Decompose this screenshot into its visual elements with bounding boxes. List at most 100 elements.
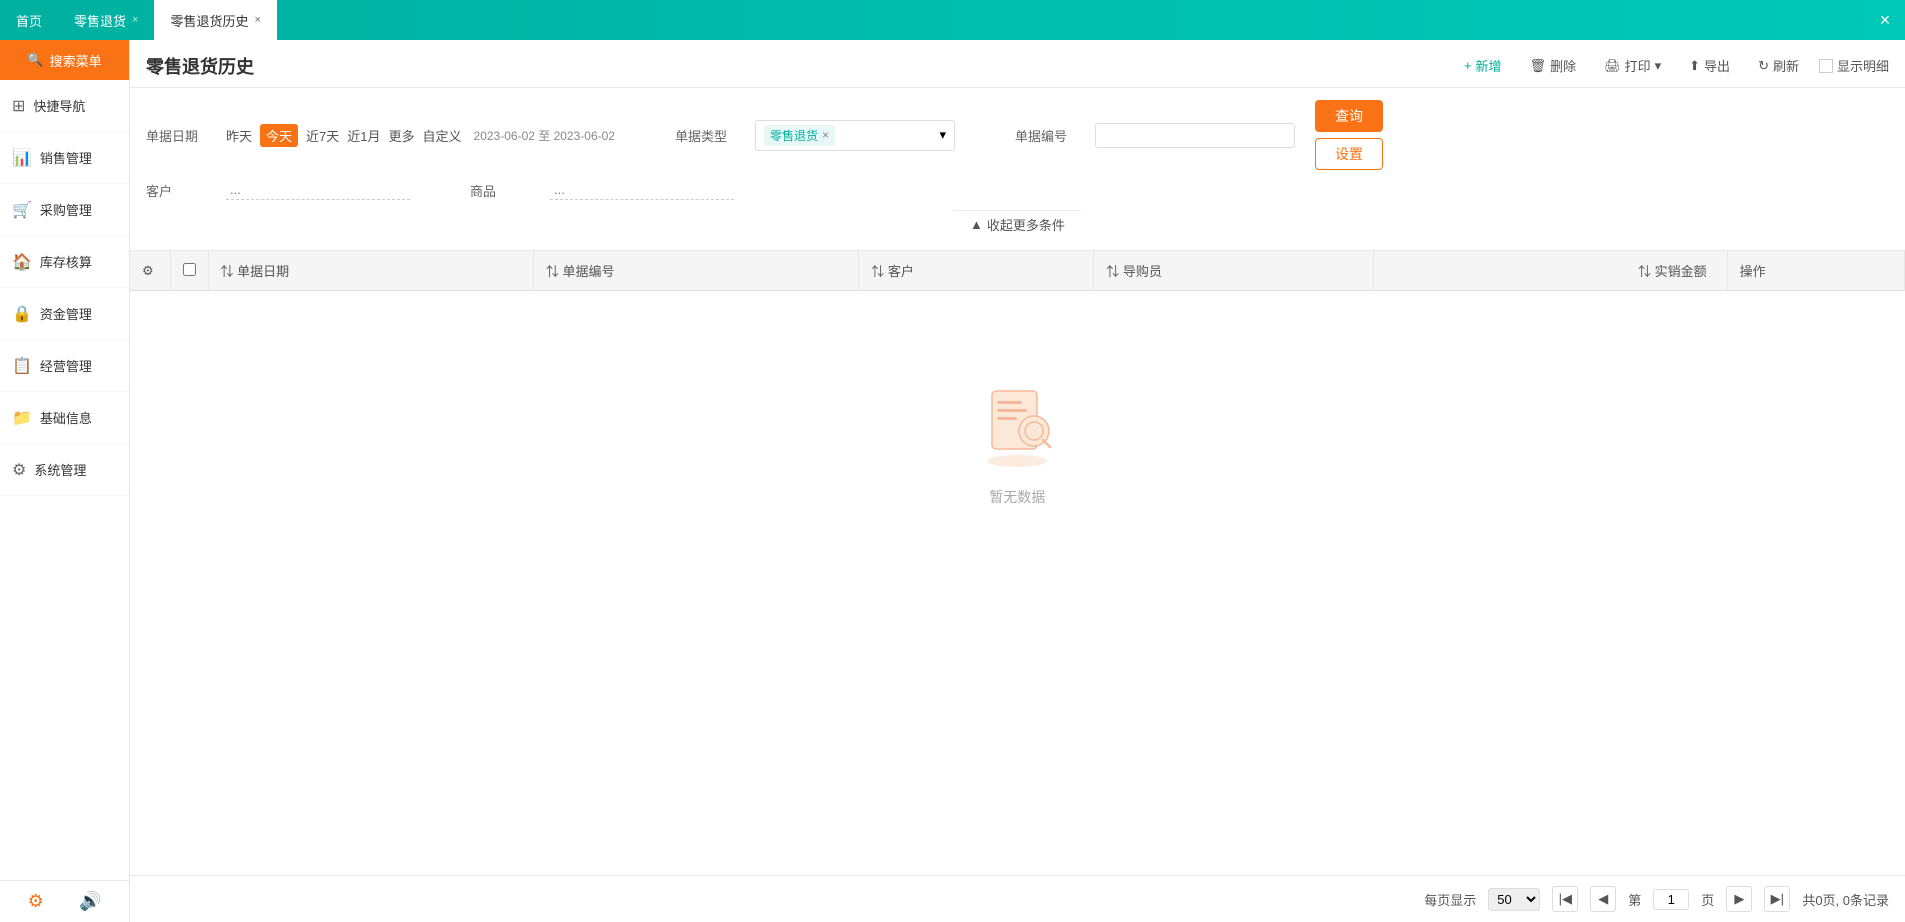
refresh-button[interactable]: ↻ 刷新 (1750, 52, 1807, 79)
delete-icon: 🗑 (1530, 58, 1547, 74)
th-no[interactable]: ⇅ 单据编号 (533, 251, 858, 291)
sidebar-item-quick-nav-label: 快捷导航 (33, 96, 85, 115)
tab-retail-return-history-label: 零售退货历史 (170, 11, 248, 30)
collapse-button[interactable]: ▲ 收起更多条件 (954, 210, 1081, 238)
voucher-no-input[interactable] (1095, 123, 1295, 148)
th-ops-label: 操作 (1740, 264, 1766, 279)
export-button[interactable]: ⬆ 导出 (1681, 52, 1738, 79)
sidebar-search[interactable]: 🔍 搜索菜单 (0, 40, 129, 80)
tab-retail-return-history[interactable]: 零售退货历史 × (154, 0, 276, 40)
shortcut-today[interactable]: 今天 (260, 124, 298, 147)
volume-icon[interactable]: 🔊 (79, 891, 101, 912)
shortcut-custom[interactable]: 自定义 (423, 126, 462, 145)
th-amount[interactable]: ⇅ 实销金额 (1374, 251, 1727, 291)
filter-row-2: 客户 商品 (146, 180, 1889, 200)
tab-retail-return-label: 零售退货 (74, 11, 126, 30)
sidebar-item-capital-label: 资金管理 (40, 304, 92, 323)
tab-home-label: 首页 (16, 11, 42, 30)
page-input[interactable] (1653, 889, 1689, 910)
new-label: 新增 (1476, 56, 1502, 75)
filter-section: 单据日期 昨天 今天 近7天 近1月 更多 自定义 2023-06-02 至 2… (130, 88, 1905, 251)
total-info: 共0页, 0条记录 (1802, 890, 1889, 909)
sidebar-item-base-info[interactable]: 📁 基础信息 (0, 392, 129, 444)
query-button[interactable]: 查询 (1315, 100, 1383, 132)
search-icon: 🔍 (27, 52, 43, 68)
shortcut-more[interactable]: 更多 (389, 126, 415, 145)
sidebar-item-operations[interactable]: 📋 经营管理 (0, 340, 129, 392)
settings-button[interactable]: 设置 (1315, 138, 1383, 170)
page-label: 第 (1628, 890, 1641, 909)
sidebar-item-purchase-mgmt-label: 采购管理 (40, 200, 92, 219)
page-header: 零售退货历史 + 新增 🗑 删除 🖨 打印 ▾ ⬆ 导出 (130, 40, 1905, 88)
tab-list: 首页 零售退货 × 零售退货历史 × (0, 0, 1865, 40)
sidebar-item-system[interactable]: ⚙ 系统管理 (0, 444, 129, 496)
tab-retail-return[interactable]: 零售退货 × (58, 0, 154, 40)
data-table: ⚙ ⇅ 单据日期 ⇅ 单据编号 ⇅ 客户 (130, 251, 1905, 567)
sales-mgmt-icon: 📊 (12, 148, 32, 168)
pagination-bar: 每页显示 50 10 20 100 |◀ ◀ 第 页 ▶ ▶| 共0页, 0条记… (130, 875, 1905, 922)
print-icon: 🖨 (1604, 58, 1621, 74)
sidebar-item-quick-nav[interactable]: ⊞ 快捷导航 (0, 80, 129, 132)
page-title: 零售退货历史 (146, 53, 254, 79)
per-page-label: 每页显示 (1424, 890, 1476, 909)
sidebar-item-purchase-mgmt[interactable]: 🛒 采购管理 (0, 184, 129, 236)
collapse-row: ▲ 收起更多条件 (146, 210, 1889, 238)
purchase-mgmt-icon: 🛒 (12, 200, 32, 220)
th-settings[interactable]: ⚙ (130, 251, 170, 291)
th-ops: 操作 (1727, 251, 1904, 291)
next-page-button[interactable]: ▶ (1726, 886, 1752, 912)
system-icon: ⚙ (12, 460, 26, 480)
voucher-no-label: 单据编号 (1015, 126, 1075, 145)
main-layout: 🔍 搜索菜单 ⊞ 快捷导航 📊 销售管理 🛒 采购管理 🏠 库存核算 🔒 资金管… (0, 40, 1905, 922)
th-date[interactable]: ⇅ 单据日期 (208, 251, 533, 291)
operations-icon: 📋 (12, 356, 32, 376)
shortcut-1month[interactable]: 近1月 (347, 126, 380, 145)
filter-row-1: 单据日期 昨天 今天 近7天 近1月 更多 自定义 2023-06-02 至 2… (146, 100, 1889, 170)
new-button[interactable]: + 新增 (1456, 52, 1510, 79)
top-bar: 首页 零售退货 × 零售退货历史 × × (0, 0, 1905, 40)
page-unit: 页 (1701, 890, 1714, 909)
th-no-label: ⇅ 单据编号 (546, 264, 615, 279)
header-actions: + 新增 🗑 删除 🖨 打印 ▾ ⬆ 导出 ↻ (1456, 52, 1889, 79)
customer-label: 客户 (146, 181, 206, 200)
tab-home[interactable]: 首页 (0, 0, 58, 40)
sidebar-search-label: 搜索菜单 (50, 51, 102, 70)
shortcut-7days[interactable]: 近7天 (306, 126, 339, 145)
content-area: 零售退货历史 + 新增 🗑 删除 🖨 打印 ▾ ⬆ 导出 (130, 40, 1905, 922)
goods-input[interactable] (550, 180, 734, 200)
per-page-select[interactable]: 50 10 20 100 (1488, 888, 1540, 911)
th-customer-label: ⇅ 客户 (871, 264, 914, 279)
display-detail-checkbox[interactable] (1819, 59, 1833, 73)
last-page-button[interactable]: ▶| (1764, 886, 1790, 912)
sidebar-item-sales-mgmt[interactable]: 📊 销售管理 (0, 132, 129, 184)
collapse-up-icon: ▲ (970, 217, 983, 232)
print-button[interactable]: 🖨 打印 ▾ (1596, 52, 1669, 79)
shortcut-yesterday[interactable]: 昨天 (226, 126, 252, 145)
sidebar-item-inventory[interactable]: 🏠 库存核算 (0, 236, 129, 288)
sidebar-item-system-label: 系统管理 (34, 460, 86, 479)
export-label: 导出 (1704, 56, 1730, 75)
empty-text: 暂无数据 (989, 487, 1045, 507)
capital-icon: 🔒 (12, 304, 32, 324)
delete-button[interactable]: 🗑 删除 (1522, 52, 1585, 79)
th-customer[interactable]: ⇅ 客户 (859, 251, 1094, 291)
voucher-type-select[interactable]: 零售退货 × ▾ (755, 120, 955, 151)
window-close-button[interactable]: × (1865, 0, 1905, 40)
new-icon: + (1464, 58, 1472, 73)
th-checkbox[interactable] (170, 251, 208, 291)
select-all-checkbox[interactable] (183, 263, 196, 276)
goods-label: 商品 (470, 181, 530, 200)
display-detail-toggle[interactable]: 显示明细 (1819, 56, 1889, 75)
quick-nav-icon: ⊞ (12, 96, 25, 116)
first-page-button[interactable]: |◀ (1552, 886, 1578, 912)
prev-page-button[interactable]: ◀ (1590, 886, 1616, 912)
sidebar-item-capital[interactable]: 🔒 资金管理 (0, 288, 129, 340)
th-date-label: ⇅ 单据日期 (221, 264, 290, 279)
settings-bottom-icon[interactable]: ⚙ (28, 891, 44, 912)
th-guide[interactable]: ⇅ 导购员 (1094, 251, 1374, 291)
close-retail-return-history-icon[interactable]: × (254, 14, 260, 26)
close-retail-return-icon[interactable]: × (132, 14, 138, 26)
voucher-type-remove-icon[interactable]: × (822, 128, 829, 142)
sidebar-item-base-info-label: 基础信息 (40, 408, 92, 427)
customer-input[interactable] (226, 180, 410, 200)
